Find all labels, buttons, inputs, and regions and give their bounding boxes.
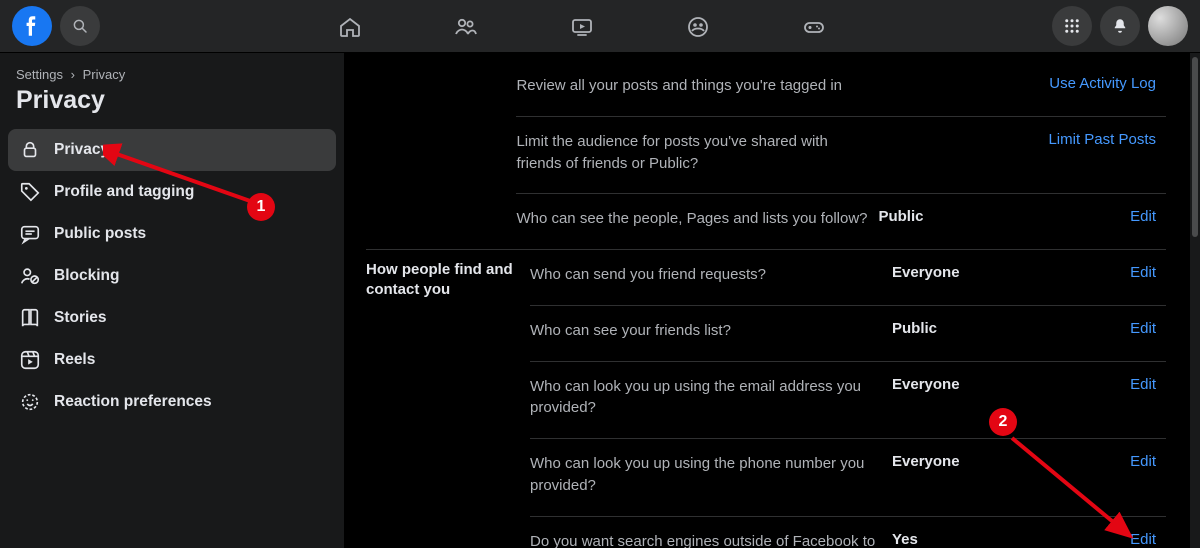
sidebar-item-profile-tagging[interactable]: Profile and tagging xyxy=(8,171,336,213)
nav-tabs xyxy=(330,0,834,53)
setting-question: Who can look you up using the phone numb… xyxy=(530,453,892,497)
setting-row-friends-list: Who can see your friends list? Public Ed… xyxy=(530,305,1166,361)
breadcrumb-separator: › xyxy=(71,67,75,82)
section-heading xyxy=(366,61,516,249)
setting-value: Yes xyxy=(892,531,1062,548)
sidebar-item-blocking[interactable]: Blocking xyxy=(8,255,336,297)
sidebar-item-label: Reaction preferences xyxy=(54,393,212,411)
message-icon xyxy=(18,223,42,245)
setting-row-review-posts: Review all your posts and things you're … xyxy=(516,61,1166,116)
search-icon xyxy=(71,17,89,35)
block-icon xyxy=(18,265,42,287)
groups-icon xyxy=(686,15,710,39)
scrollbar-thumb[interactable] xyxy=(1192,57,1198,237)
page-body: Settings › Privacy Privacy Privacy Profi… xyxy=(0,53,1200,548)
edit-link[interactable]: Edit xyxy=(1130,264,1166,281)
watch-icon xyxy=(570,15,594,39)
search-button[interactable] xyxy=(60,6,100,46)
section-heading: How people find and contact you xyxy=(366,250,530,548)
menu-button[interactable] xyxy=(1052,6,1092,46)
sidebar-item-stories[interactable]: Stories xyxy=(8,297,336,339)
sidebar-item-label: Privacy xyxy=(54,141,109,159)
setting-value: Everyone xyxy=(892,376,1062,393)
setting-value: Public xyxy=(892,320,1062,337)
edit-link[interactable]: Edit xyxy=(1130,453,1166,470)
setting-row-phone-lookup: Who can look you up using the phone numb… xyxy=(530,438,1166,516)
lock-icon xyxy=(18,139,42,161)
annotation-badge-1: 1 xyxy=(247,193,275,221)
content-area: Review all your posts and things you're … xyxy=(344,53,1200,548)
nav-home[interactable] xyxy=(330,7,370,47)
sidebar-item-reels[interactable]: Reels xyxy=(8,339,336,381)
setting-question: Do you want search engines outside of Fa… xyxy=(530,531,892,548)
setting-question: Who can send you friend requests? xyxy=(530,264,892,286)
setting-row-email-lookup: Who can look you up using the email addr… xyxy=(530,361,1166,439)
setting-question: Who can look you up using the email addr… xyxy=(530,376,892,420)
sidebar-item-label: Blocking xyxy=(54,267,119,285)
setting-value: Everyone xyxy=(892,264,1062,281)
sidebar-item-label: Public posts xyxy=(54,225,146,243)
setting-row-search-engines: Do you want search engines outside of Fa… xyxy=(530,516,1166,548)
breadcrumb-child[interactable]: Privacy xyxy=(83,67,126,82)
nav-friends[interactable] xyxy=(446,7,486,47)
setting-value: Public xyxy=(878,208,1048,225)
setting-row-follow-visibility: Who can see the people, Pages and lists … xyxy=(516,193,1166,249)
edit-link[interactable]: Edit xyxy=(1130,376,1166,393)
setting-question: Who can see your friends list? xyxy=(530,320,892,342)
nav-groups[interactable] xyxy=(678,7,718,47)
grid-icon xyxy=(1063,17,1081,35)
edit-link[interactable]: Edit xyxy=(1130,208,1166,225)
account-avatar[interactable] xyxy=(1148,6,1188,46)
breadcrumb-parent[interactable]: Settings xyxy=(16,67,63,82)
setting-row-friend-requests: Who can send you friend requests? Everyo… xyxy=(530,250,1166,305)
annotation-badge-2: 2 xyxy=(989,408,1017,436)
facebook-logo[interactable] xyxy=(12,6,52,46)
use-activity-log-link[interactable]: Use Activity Log xyxy=(1049,75,1166,92)
sidebar-item-reaction-prefs[interactable]: Reaction preferences xyxy=(8,381,336,423)
sidebar-item-label: Reels xyxy=(54,351,95,369)
facebook-f-icon xyxy=(19,13,45,39)
setting-row-limit-audience: Limit the audience for posts you've shar… xyxy=(516,116,1166,194)
topbar-right xyxy=(1052,6,1188,46)
home-icon xyxy=(338,15,362,39)
notifications-button[interactable] xyxy=(1100,6,1140,46)
friends-icon xyxy=(454,15,478,39)
bell-icon xyxy=(1111,17,1129,35)
limit-past-posts-link[interactable]: Limit Past Posts xyxy=(1048,131,1166,148)
edit-link[interactable]: Edit xyxy=(1130,320,1166,337)
reels-icon xyxy=(18,349,42,371)
top-bar xyxy=(0,0,1200,53)
settings-sidebar: Settings › Privacy Privacy Privacy Profi… xyxy=(0,53,344,548)
vertical-scrollbar[interactable] xyxy=(1190,53,1200,548)
sidebar-item-label: Stories xyxy=(54,309,107,327)
setting-question: Limit the audience for posts you've shar… xyxy=(516,131,878,175)
setting-question: Who can see the people, Pages and lists … xyxy=(516,208,878,230)
tag-icon xyxy=(18,181,42,203)
setting-question: Review all your posts and things you're … xyxy=(516,75,878,97)
gaming-icon xyxy=(802,15,826,39)
nav-gaming[interactable] xyxy=(794,7,834,47)
book-icon xyxy=(18,307,42,329)
section-your-activity: Review all your posts and things you're … xyxy=(366,61,1166,250)
sidebar-item-privacy[interactable]: Privacy xyxy=(8,129,336,171)
page-title: Privacy xyxy=(8,84,336,129)
reaction-icon xyxy=(18,391,42,413)
section-find-contact: How people find and contact you Who can … xyxy=(366,250,1166,548)
breadcrumb: Settings › Privacy xyxy=(8,65,336,84)
setting-value: Everyone xyxy=(892,453,1062,470)
nav-watch[interactable] xyxy=(562,7,602,47)
sidebar-item-label: Profile and tagging xyxy=(54,183,194,201)
edit-link[interactable]: Edit xyxy=(1130,531,1166,548)
sidebar-item-public-posts[interactable]: Public posts xyxy=(8,213,336,255)
